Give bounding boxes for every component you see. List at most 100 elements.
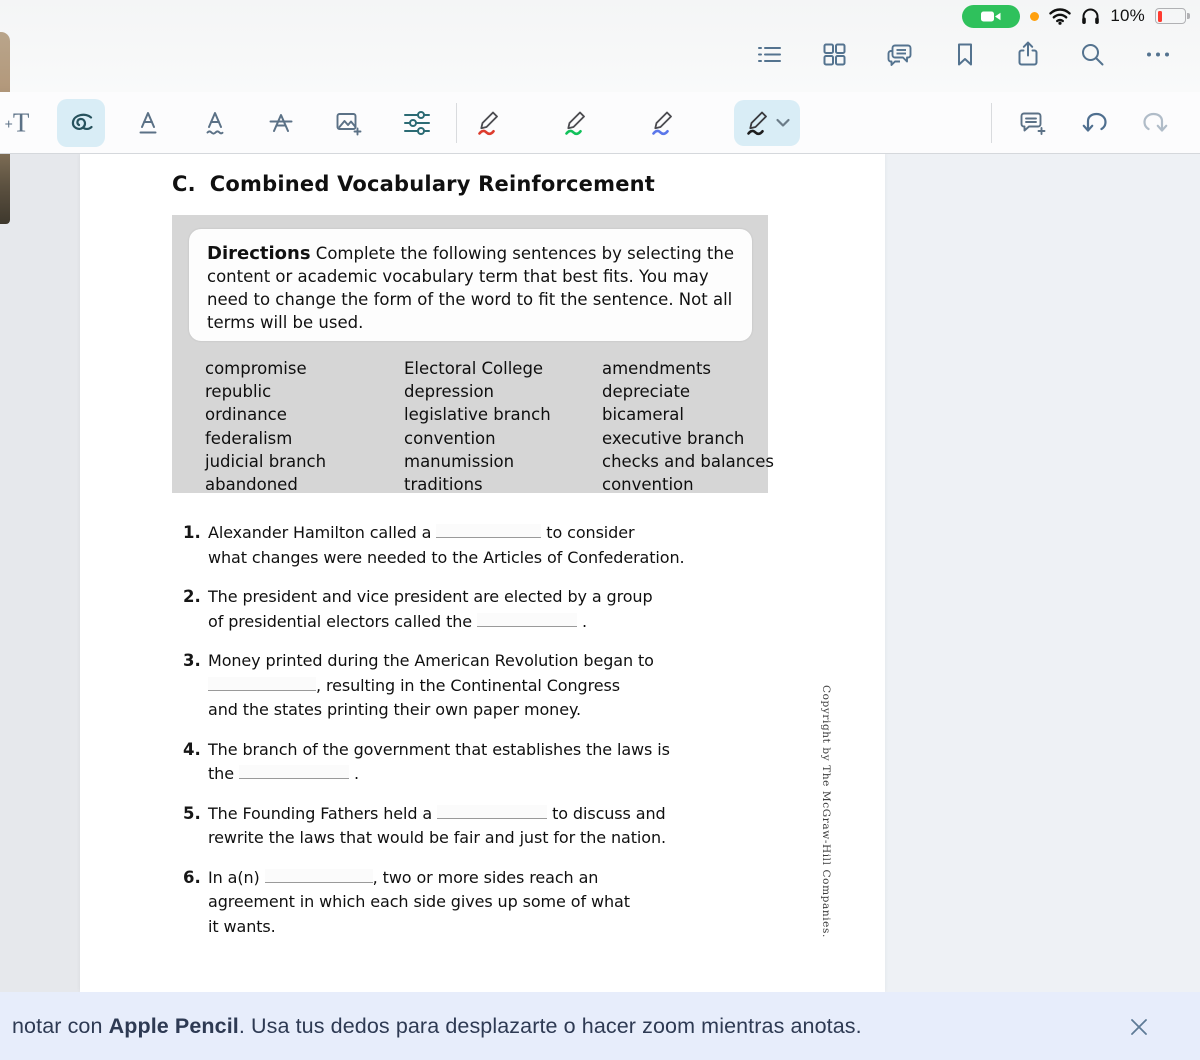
- strikethrough-tool[interactable]: [267, 109, 295, 137]
- directions-box: Directions Complete the following senten…: [189, 229, 752, 341]
- section-letter: C.: [172, 172, 196, 196]
- mic-in-use-icon: [1030, 11, 1040, 21]
- word-bank-term: amendments: [602, 359, 712, 378]
- question-text: The president and vice president are ele…: [208, 587, 653, 631]
- word-bank-column: amendments depreciate bicameral executive b…: [602, 357, 801, 496]
- squiggly-underline-icon: [206, 111, 224, 135]
- word-bank-term: compromise: [205, 359, 307, 378]
- answer-blank[interactable]: [477, 612, 578, 627]
- annotation-toolbar: + T: [0, 92, 1200, 154]
- redo-icon: [1143, 112, 1168, 132]
- question-number: 3.: [183, 651, 201, 670]
- question-text: The branch of the government that establ…: [208, 739, 670, 784]
- question-text: In a(n) , two or more sides reach an agre…: [208, 867, 630, 936]
- green-pen-icon: [565, 111, 585, 135]
- thumbnails-icon[interactable]: [821, 41, 848, 68]
- chevron-down-icon: [776, 118, 790, 127]
- underline-icon: [139, 111, 157, 133]
- scribble-icon: [71, 113, 93, 130]
- blue-pen-icon: [652, 111, 672, 135]
- adjustments-tool[interactable]: [402, 108, 432, 138]
- word-bank: compromise republic ordinance federalism jud…: [205, 357, 801, 496]
- question-number: 1.: [183, 523, 201, 542]
- add-note-icon: [1020, 112, 1046, 135]
- add-note-tool[interactable]: [1018, 108, 1048, 138]
- toolbar-divider: [991, 103, 992, 143]
- worksheet-page[interactable]: C. Combined Vocabulary Reinforcement Dire…: [80, 153, 885, 992]
- question-text: The Founding Fathers held a to discuss a…: [208, 803, 666, 848]
- question-item: 6. In a(n) , two or more sides reach an ag…: [183, 866, 703, 940]
- comments-icon[interactable]: [886, 41, 915, 68]
- word-bank-term: manumission: [404, 451, 515, 471]
- undo-button[interactable]: [1082, 110, 1112, 136]
- answer-blank[interactable]: [264, 868, 373, 883]
- directions-label: Directions: [207, 243, 311, 264]
- word-bank-panel: Directions Complete the following senten…: [172, 215, 774, 494]
- question-item: 2. The president and vice president are e…: [183, 585, 703, 634]
- screen-recording-indicator[interactable]: [962, 4, 1021, 28]
- battery-icon: [1155, 8, 1190, 24]
- copyright-notice: Copyright by The McGraw-Hill Companies.: [820, 685, 832, 938]
- scribble-tool[interactable]: [57, 98, 105, 147]
- blue-pen-tool[interactable]: [648, 108, 678, 138]
- question-text: Alexander Hamilton called a to consider w…: [208, 523, 685, 567]
- redo-button[interactable]: [1138, 110, 1168, 136]
- outline-icon[interactable]: [756, 41, 783, 68]
- question-number: 4.: [183, 739, 201, 759]
- question-item: 5. The Founding Fathers held a to discuss…: [183, 802, 703, 851]
- red-pen-tool[interactable]: [474, 108, 504, 138]
- answer-blank[interactable]: [436, 524, 542, 538]
- sliders-icon: [404, 110, 430, 135]
- black-pen-icon: [747, 111, 767, 135]
- more-icon[interactable]: [1144, 41, 1172, 68]
- directions-text: Directions Complete the following senten…: [207, 243, 735, 332]
- question-text: Money printed during the American Revolu…: [208, 651, 654, 719]
- word-bank-term: abandoned: [205, 475, 298, 495]
- answer-blank[interactable]: [208, 676, 316, 691]
- word-bank-column: compromise republic ordinance federalism jud…: [205, 357, 404, 496]
- document-toolbar: [756, 40, 1172, 68]
- word-bank-term: ordinance: [205, 405, 287, 425]
- apple-pencil-tip-banner: notar con Apple Pencil. Usa tus dedos pa…: [0, 992, 1200, 1060]
- word-bank-term: Electoral College: [404, 359, 544, 378]
- word-bank-term: depreciate: [602, 382, 691, 402]
- toolbar-divider: [456, 103, 457, 143]
- add-image-icon: [336, 112, 362, 135]
- word-bank-term: judicial branch: [205, 451, 327, 471]
- status-bar: 10%: [962, 3, 1190, 29]
- green-pen-tool[interactable]: [561, 108, 591, 138]
- word-bank-term: convention: [602, 475, 694, 495]
- word-bank-term: federalism: [205, 428, 293, 448]
- banner-text: notar con Apple Pencil. Usa tus dedos pa…: [12, 1013, 862, 1038]
- add-text-tool[interactable]: + T: [5, 109, 30, 136]
- answer-blank[interactable]: [437, 804, 548, 819]
- worksheet-title: C. Combined Vocabulary Reinforcement: [172, 172, 656, 196]
- document-canvas[interactable]: C. Combined Vocabulary Reinforcement Dire…: [0, 153, 1200, 992]
- close-banner-button[interactable]: [1126, 1014, 1152, 1040]
- question-item: 1. Alexander Hamilton called a to conside…: [183, 521, 703, 570]
- word-bank-term: legislative branch: [404, 405, 551, 425]
- answer-blank[interactable]: [238, 765, 349, 779]
- video-camera-icon: [981, 11, 1001, 21]
- search-icon[interactable]: [1079, 41, 1106, 68]
- question-item: 3. Money printed during the American Revo…: [183, 649, 703, 723]
- word-bank-term: traditions: [404, 475, 483, 495]
- questions-list: 1. Alexander Hamilton called a to conside…: [183, 521, 703, 954]
- battery-percentage: 10%: [1110, 6, 1145, 25]
- word-bank-term: checks and balances: [602, 451, 774, 471]
- word-bank-term: convention: [404, 428, 496, 448]
- share-icon[interactable]: [1015, 40, 1041, 68]
- question-item: 4. The branch of the government that esta…: [183, 738, 703, 787]
- squiggly-underline-tool[interactable]: [202, 109, 228, 137]
- word-bank-term: depression: [404, 382, 495, 402]
- bookmark-icon[interactable]: [953, 41, 977, 68]
- headphones-icon: [1082, 7, 1100, 24]
- undo-icon: [1082, 112, 1107, 132]
- wifi-icon: [1049, 7, 1072, 25]
- underline-tool[interactable]: [135, 109, 161, 137]
- word-bank-term: executive branch: [602, 428, 745, 448]
- selected-pen-tool[interactable]: [734, 99, 800, 146]
- add-image-tool[interactable]: [334, 109, 362, 137]
- question-number: 5.: [183, 803, 201, 823]
- question-number: 2.: [183, 587, 201, 606]
